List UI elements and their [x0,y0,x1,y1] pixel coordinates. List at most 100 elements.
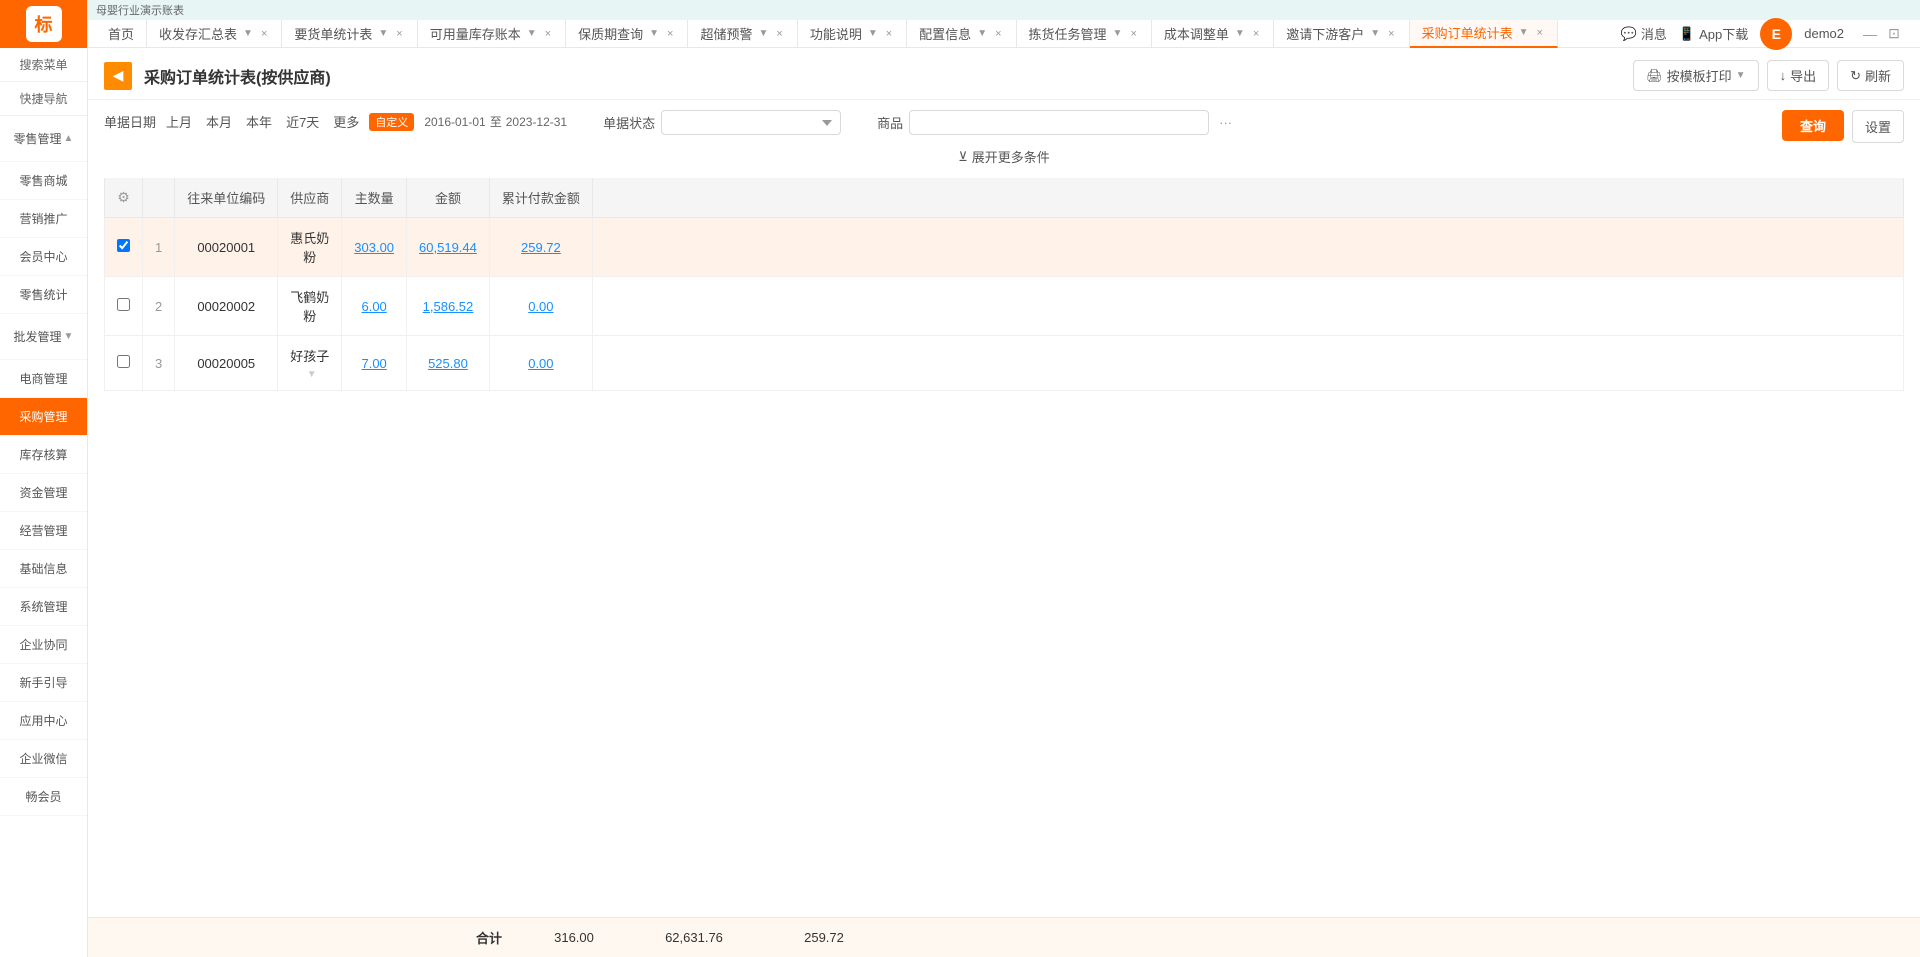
col-extra [592,178,1903,218]
expand-down-icon: ⊻ [958,149,968,165]
tab-close-btn6[interactable]: × [884,26,894,42]
tab-available-stock[interactable]: 可用量库存账本 ▼ × [418,20,566,48]
quick-nav-button[interactable]: 快捷导航 [6,86,81,111]
export-button[interactable]: ↓ 导出 [1767,60,1830,91]
sidebar-item-newbie[interactable]: 新手引导 [0,664,87,702]
window-restore-button[interactable]: ⊡ [1884,24,1904,44]
row-paid[interactable]: 259.72 [489,218,592,277]
template-print-button[interactable]: 🖨 按模板打印 ▼ [1633,60,1758,91]
date-last-month[interactable]: 上月 [162,110,196,133]
sidebar-logo[interactable]: 标 [0,0,87,48]
page-title: 采购订单统计表(按供应商) [144,64,331,88]
date-more[interactable]: 更多 [329,110,363,133]
row-amount2[interactable]: 1,586.52 [407,277,490,336]
sidebar-item-zero-retail[interactable]: 零售管理 ▲ [0,116,87,162]
tab-close-btn8[interactable]: × [1128,26,1138,42]
sidebar-item-marketing[interactable]: 营销推广 [0,200,87,238]
printer-icon: 🖨 [1646,68,1663,84]
tab-overstock[interactable]: 超储预警 ▼ × [688,20,797,48]
supplier-dropdown-icon: ▼ [307,369,317,380]
refresh-button[interactable]: ↻ 刷新 [1837,60,1904,91]
settings-button[interactable]: 设置 [1852,110,1904,143]
status-filter: 单据状态 [603,110,841,135]
row-checkbox[interactable] [105,218,143,277]
sidebar-item-corp-wechat[interactable]: 企业微信 [0,740,87,778]
tab-expiry-query[interactable]: 保质期查询 ▼ × [566,20,688,48]
query-button[interactable]: 查询 [1782,110,1844,141]
tab-close-btn2[interactable]: × [394,26,404,42]
download-icon: 📱 [1679,26,1695,42]
sidebar-item-app-center[interactable]: 应用中心 [0,702,87,740]
sidebar-item-collab[interactable]: 企业协同 [0,626,87,664]
goods-filter-label: 商品 [877,113,903,132]
goods-filter: 商品 ··· [877,110,1236,135]
tab-func-desc[interactable]: 功能说明 ▼ × [798,20,907,48]
message-button[interactable]: 💬 消息 [1621,24,1667,43]
tab-cost-adjust[interactable]: 成本调整单 ▼ × [1152,20,1274,48]
tab-close-btn[interactable]: × [259,26,269,42]
tab-receive-summary[interactable]: 收发存汇总表 ▼ × [147,20,282,48]
sidebar-item-finance[interactable]: 资金管理 [0,474,87,512]
date-this-month[interactable]: 本月 [202,110,236,133]
date-last-7days[interactable]: 近7天 [282,110,323,133]
sidebar-item-ecom[interactable]: 电商管理 [0,360,87,398]
app-download-button[interactable]: 📱 App下载 [1679,24,1748,43]
tab-close-btn3[interactable]: × [543,26,553,42]
tab-close-btn11[interactable]: × [1535,25,1545,41]
sidebar-item-wholesale[interactable]: 批发管理 ▼ [0,314,87,360]
sidebar-item-system[interactable]: 系统管理 [0,588,87,626]
row-amount3[interactable]: 525.80 [407,336,490,391]
sidebar-item-zero-mall[interactable]: 零售商城 [0,162,87,200]
date-from-label: 2016-01-01 [424,115,485,129]
col-amount: 金额 [407,178,490,218]
row-qty[interactable]: 303.00 [342,218,407,277]
user-avatar[interactable]: E [1760,18,1792,50]
tab-home[interactable]: 首页 [96,20,147,48]
topbar-right: 💬 消息 📱 App下载 E demo2 — ⊡ [1621,18,1912,50]
sidebar-item-purchase[interactable]: 采购管理 [0,398,87,436]
tab-close-btn4[interactable]: × [665,26,675,42]
tab-invite-downstream[interactable]: 邀请下游客户 ▼ × [1274,20,1409,48]
expand-more-button[interactable]: ⊻ 展开更多条件 [958,147,1050,166]
search-menu-button[interactable]: 搜索菜单 [6,52,81,77]
row-amount[interactable]: 60,519.44 [407,218,490,277]
tab-purchase-stat[interactable]: 采购订单统计表 ▼ × [1410,20,1558,48]
date-filter: 单据日期 上月 本月 本年 近7天 更多 自定义 2016-01-01 至 20… [104,110,567,133]
sidebar-item-member[interactable]: 会员中心 [0,238,87,276]
tab-close-btn9[interactable]: × [1251,26,1261,42]
tab-dropdown-icon10: ▼ [1370,28,1380,39]
tab-dropdown-icon4: ▼ [649,28,659,39]
row-checkbox3[interactable] [105,336,143,391]
tab-dropdown-icon7: ▼ [977,28,987,39]
sidebar-item-ops[interactable]: 经营管理 [0,512,87,550]
tab-dropdown-icon9: ▼ [1235,28,1245,39]
page-content: ◀ 采购订单统计表(按供应商) 🖨 按模板打印 ▼ ↓ 导出 ↻ 刷新 [88,48,1920,957]
tab-close-btn7[interactable]: × [993,26,1003,42]
row-code2: 00020002 [175,277,278,336]
goods-input[interactable] [909,110,1209,135]
status-select[interactable] [661,110,841,135]
tab-pick-task[interactable]: 拣货任务管理 ▼ × [1017,20,1152,48]
row-qty2[interactable]: 6.00 [342,277,407,336]
table-header-row: ⚙ 往来单位编码 供应商 主数量 金额 累计付款金额 [105,178,1904,218]
row-paid2[interactable]: 0.00 [489,277,592,336]
sidebar-item-zero-stat[interactable]: 零售统计 [0,276,87,314]
topbar: 母婴行业演示账表 首页 收发存汇总表 ▼ × 要货单统计表 ▼ × 可用量库存账… [88,0,1920,48]
sidebar-item-member2[interactable]: 畅会员 [0,778,87,816]
row-extra2 [592,277,1903,336]
column-settings-icon[interactable]: ⚙ [117,189,130,205]
sidebar: 标 搜索菜单 快捷导航 零售管理 ▲ 零售商城 营销推广 会员中心 零售统计 批… [0,0,88,957]
goods-ellipsis[interactable]: ··· [1215,111,1236,134]
tab-close-btn10[interactable]: × [1386,26,1396,42]
tab-config-info[interactable]: 配置信息 ▼ × [907,20,1016,48]
collapse-sidebar-button[interactable]: ◀ [104,62,132,90]
row-checkbox2[interactable] [105,277,143,336]
tab-close-btn5[interactable]: × [774,26,784,42]
row-qty3[interactable]: 7.00 [342,336,407,391]
row-paid3[interactable]: 0.00 [489,336,592,391]
tab-order-stat[interactable]: 要货单统计表 ▼ × [282,20,417,48]
sidebar-item-inventory[interactable]: 库存核算 [0,436,87,474]
date-this-year[interactable]: 本年 [242,110,276,133]
sidebar-item-basic[interactable]: 基础信息 [0,550,87,588]
window-minimize-button[interactable]: — [1860,24,1880,44]
